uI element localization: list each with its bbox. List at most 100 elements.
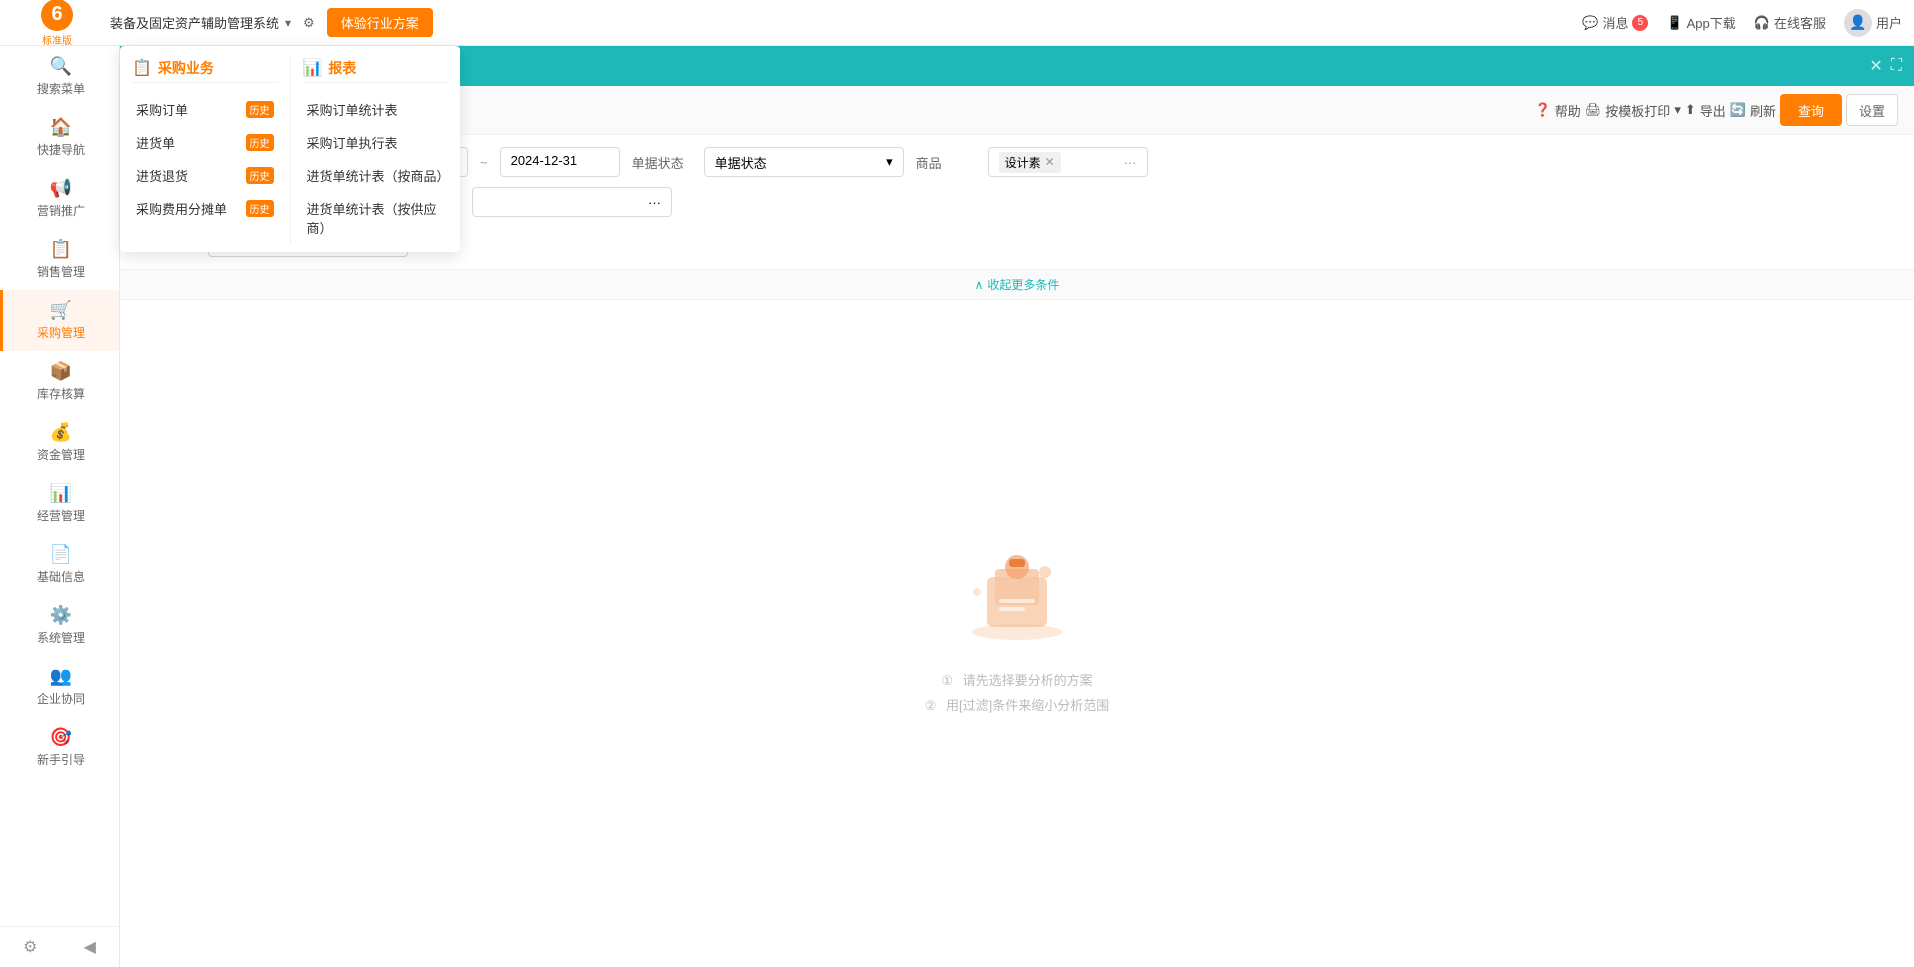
salesperson-select[interactable]: ··· xyxy=(472,187,672,217)
sidebar-item-inventory[interactable]: 📦 库存核算 xyxy=(0,351,119,412)
refresh-label: 刷新 xyxy=(1750,101,1776,120)
sidebar-item-system[interactable]: ⚙️ 系统管理 xyxy=(0,595,119,656)
collapse-bar[interactable]: ∧ 收起更多条件 xyxy=(120,270,1914,300)
sidebar-item-operations[interactable]: 📊 经营管理 xyxy=(0,473,119,534)
sidebar-item-sales-label: 销售管理 xyxy=(37,263,85,280)
collapse-sidebar-icon[interactable]: ◀ xyxy=(84,937,96,957)
user-button[interactable]: 👤 用户 xyxy=(1844,9,1902,37)
refresh-button[interactable]: 🔄 刷新 xyxy=(1730,101,1776,120)
print-dropdown-icon[interactable]: ▾ xyxy=(1674,102,1681,118)
date-end-input[interactable]: 2024-12-31 xyxy=(500,147,620,177)
app-download-button[interactable]: 📱 App下载 xyxy=(1666,13,1735,32)
sidebar-item-guide[interactable]: 🎯 新手引导 xyxy=(0,717,119,778)
headset-icon: 🎧 xyxy=(1754,15,1770,31)
sidebar-item-marketing[interactable]: 📢 营销推广 xyxy=(0,168,119,229)
voucher-status-value: 单据状态 xyxy=(715,153,767,172)
finance-icon: 💰 xyxy=(50,422,72,443)
dropdown-item-order-stats[interactable]: 采购订单统计表 xyxy=(303,93,449,126)
collapse-up-icon: ∧ xyxy=(975,278,984,292)
return-badge: 历史 xyxy=(246,167,274,184)
dropdown-item-purchase-order[interactable]: 采购订单 历史 xyxy=(132,93,278,126)
sidebar-item-enterprise-label: 企业协同 xyxy=(37,690,85,707)
sidebar-item-navigation-label: 快捷导航 xyxy=(37,141,85,158)
sidebar-item-enterprise[interactable]: 👥 企业协同 xyxy=(0,656,119,717)
messages-label: 消息 xyxy=(1602,13,1628,32)
goods-tag-value: 设计素 xyxy=(1005,154,1041,171)
sidebar-item-sales[interactable]: 📋 销售管理 xyxy=(0,229,119,290)
settings-icon[interactable]: ⚙ xyxy=(303,15,315,31)
refresh-icon: 🔄 xyxy=(1730,102,1746,118)
goods-label: 商品 xyxy=(916,153,976,172)
collapse-label: 收起更多条件 xyxy=(987,276,1059,293)
sidebar-item-marketing-label: 营销推广 xyxy=(37,202,85,219)
voucher-status-label: 单据状态 xyxy=(632,153,692,172)
sidebar-item-inventory-label: 库存核算 xyxy=(37,385,85,402)
topbar: 6 标准版 装备及固定资产辅助管理系统 ▾ ⚙ 体验行业方案 💬 消息 5 📱 … xyxy=(0,0,1914,46)
goods-tag-close-icon[interactable]: ✕ xyxy=(1045,155,1055,169)
dropdown-item-order-exec[interactable]: 采购订单执行表 xyxy=(303,126,449,159)
sidebar-item-search-label: 搜索菜单 xyxy=(37,80,85,97)
sidebar-item-operations-label: 经营管理 xyxy=(37,507,85,524)
tab-bar-right: ✕ ⛶ xyxy=(1869,56,1914,76)
online-service-label: 在线客服 xyxy=(1774,13,1826,32)
empty-svg xyxy=(957,547,1077,647)
print-button[interactable]: 🖨 按模板打印 ▾ xyxy=(1585,101,1681,120)
sidebar-item-navigation[interactable]: 🏠 快捷导航 xyxy=(0,107,119,168)
sales-icon: 📋 xyxy=(50,239,72,260)
dropdown-col-purchase-title: 📋 采购业务 xyxy=(132,58,278,83)
sidebar-item-purchase[interactable]: 🛒 采购管理 xyxy=(0,290,119,351)
dropdown-item-return[interactable]: 进货退货 历史 xyxy=(132,159,278,192)
settings-bottom-icon[interactable]: ⚙ xyxy=(23,937,37,957)
salesperson-dots[interactable]: ··· xyxy=(648,195,661,210)
purchase-order-badge: 历史 xyxy=(246,101,274,118)
sidebar-item-basic-info[interactable]: 📄 基础信息 xyxy=(0,534,119,595)
dropdown-col-report: 📊 报表 采购订单统计表 采购订单执行表 进货单统计表（按商品） 进货单统计表（… xyxy=(291,58,461,244)
export-icon: ⬆ xyxy=(1685,102,1696,118)
query-button[interactable]: 查询 xyxy=(1780,94,1842,126)
goods-dots[interactable]: ··· xyxy=(1124,155,1137,170)
messages-badge: 5 xyxy=(1632,15,1648,31)
settings-button[interactable]: 设置 xyxy=(1846,94,1898,126)
export-button[interactable]: ⬆ 导出 xyxy=(1685,101,1726,120)
dropdown-item-inbound-stats-goods[interactable]: 进货单统计表（按商品） xyxy=(303,159,449,192)
toolbar-actions: ❓ 帮助 🖨 按模板打印 ▾ ⬆ 导出 🔄 刷新 查询 设置 xyxy=(1535,94,1898,126)
messages-button[interactable]: 💬 消息 5 xyxy=(1582,13,1648,32)
purchase-menu-icon: 📋 xyxy=(132,58,152,78)
goods-select[interactable]: 设计素 ✕ ··· xyxy=(988,147,1148,177)
dropdown-menu: 📋 采购业务 采购订单 历史 进货单 历史 进货退货 历史 采购费用分摊单 历史 xyxy=(120,46,460,252)
sidebar-item-basic-info-label: 基础信息 xyxy=(37,568,85,585)
help-icon: ❓ xyxy=(1535,102,1551,118)
logo-subtitle: 标准版 xyxy=(42,32,72,47)
message-icon: 💬 xyxy=(1582,15,1598,31)
dropdown-item-expense[interactable]: 采购费用分摊单 历史 xyxy=(132,192,278,225)
dropdown-item-inbound[interactable]: 进货单 历史 xyxy=(132,126,278,159)
sidebar-item-finance[interactable]: 💰 资金管理 xyxy=(0,412,119,473)
dropdown-col2-title: 报表 xyxy=(328,58,356,78)
guide-icon: 🎯 xyxy=(50,727,72,748)
empty-state: ① 请先选择要分析的方案 ② 用[过滤]条件来缩小分析范围 xyxy=(120,300,1914,967)
tab-close-all-icon[interactable]: ✕ xyxy=(1869,56,1882,76)
search-icon: 🔍 xyxy=(50,56,72,77)
marketing-icon: 📢 xyxy=(50,178,72,199)
title-dropdown-icon[interactable]: ▾ xyxy=(285,16,291,30)
user-avatar: 👤 xyxy=(1844,9,1872,37)
user-label: 用户 xyxy=(1876,13,1902,32)
help-button[interactable]: ❓ 帮助 xyxy=(1535,101,1581,120)
empty-tip1: ① 请先选择要分析的方案 xyxy=(941,670,1092,689)
purchase-icon: 🛒 xyxy=(50,300,72,321)
inbound-badge: 历史 xyxy=(246,134,274,151)
online-service-button[interactable]: 🎧 在线客服 xyxy=(1754,13,1826,32)
voucher-status-chevron: ▾ xyxy=(886,154,893,170)
industry-button[interactable]: 体验行业方案 xyxy=(327,8,433,37)
tab-expand-icon[interactable]: ⛶ xyxy=(1891,57,1902,75)
operations-icon: 📊 xyxy=(50,483,72,504)
inventory-icon: 📦 xyxy=(50,361,72,382)
topbar-right: 💬 消息 5 📱 App下载 🎧 在线客服 👤 用户 xyxy=(1582,9,1902,37)
dropdown-item-inbound-stats-supplier[interactable]: 进货单统计表（按供应商） xyxy=(303,192,449,244)
app-title: 装备及固定资产辅助管理系统 xyxy=(110,13,279,32)
app-download-label: App下载 xyxy=(1687,13,1736,32)
voucher-status-select[interactable]: 单据状态 ▾ xyxy=(704,147,904,177)
sidebar-bottom: ⚙ ◀ xyxy=(0,926,119,967)
sidebar-item-search[interactable]: 🔍 搜索菜单 xyxy=(0,46,119,107)
home-icon: 🏠 xyxy=(50,117,72,138)
